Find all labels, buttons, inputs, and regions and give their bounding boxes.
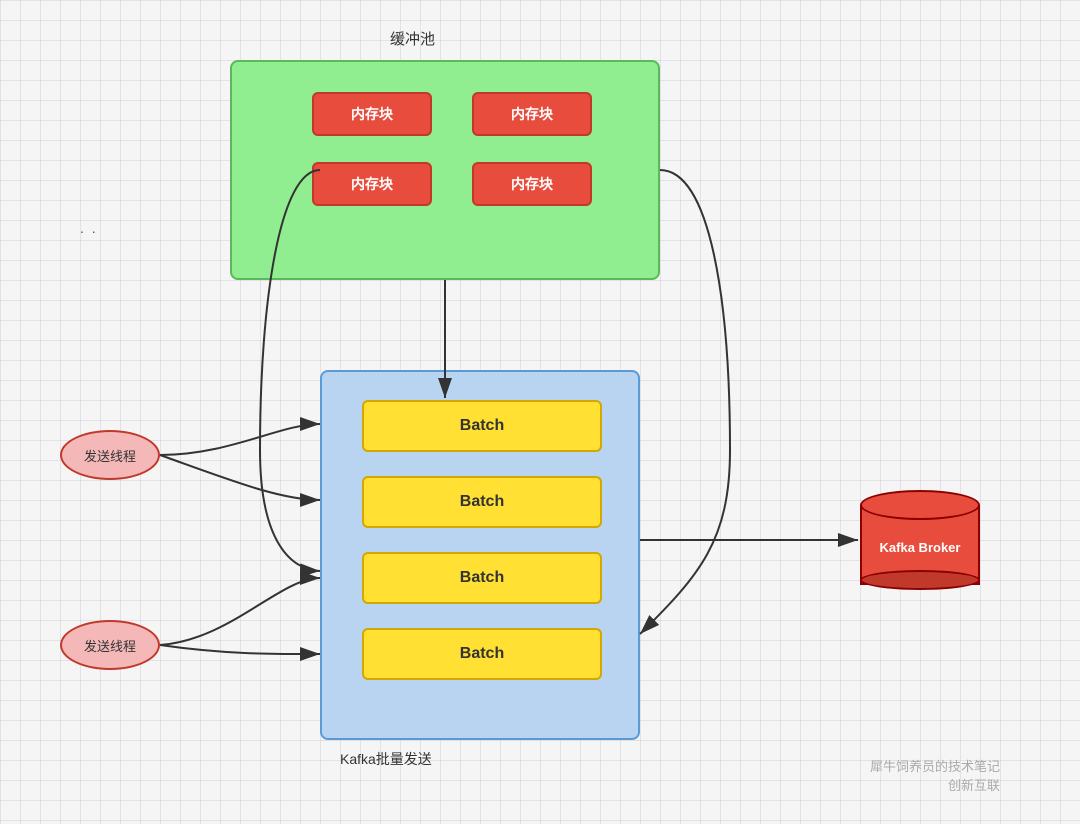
memory-block-4: 内存块 [472,162,592,206]
buffer-pool-box: 内存块 内存块 内存块 内存块 [230,60,660,280]
batch-item-3: Batch [362,552,602,604]
arrow-thread2-batch3 [160,578,320,645]
sender-thread-2: 发送线程 [60,620,160,670]
buffer-pool-label: 缓冲池 [390,28,435,49]
watermark-line2: 创新互联 [870,775,1000,794]
batch-item-2: Batch [362,476,602,528]
diagram-container: 缓冲池 内存块 内存块 内存块 内存块 . . 发送线程 发送线程 Batch … [0,0,1080,824]
arrow-thread1-batch2 [160,455,320,500]
dots-decoration: . . [80,220,98,236]
kafka-batch-label: Kafka批量发送 [340,749,432,769]
batch-item-4: Batch [362,628,602,680]
batch-queue-box: Batch Batch Batch Batch [320,370,640,740]
memory-block-1: 内存块 [312,92,432,136]
memory-block-2: 内存块 [472,92,592,136]
cylinder-top [860,490,980,520]
memory-block-3: 内存块 [312,162,432,206]
watermark-line1: 犀牛饲养员的技术笔记 [870,756,1000,775]
kafka-broker: Kafka Broker [860,490,980,590]
cylinder-bottom [860,570,980,590]
kafka-cylinder: Kafka Broker [860,490,980,590]
arrow-thread2-batch4 [160,645,320,654]
kafka-broker-label: Kafka Broker [860,540,980,555]
watermark: 犀牛饲养员的技术笔记 创新互联 [870,756,1000,794]
batch-item-1: Batch [362,400,602,452]
arrow-thread1-batch1 [160,424,320,455]
sender-thread-1: 发送线程 [60,430,160,480]
